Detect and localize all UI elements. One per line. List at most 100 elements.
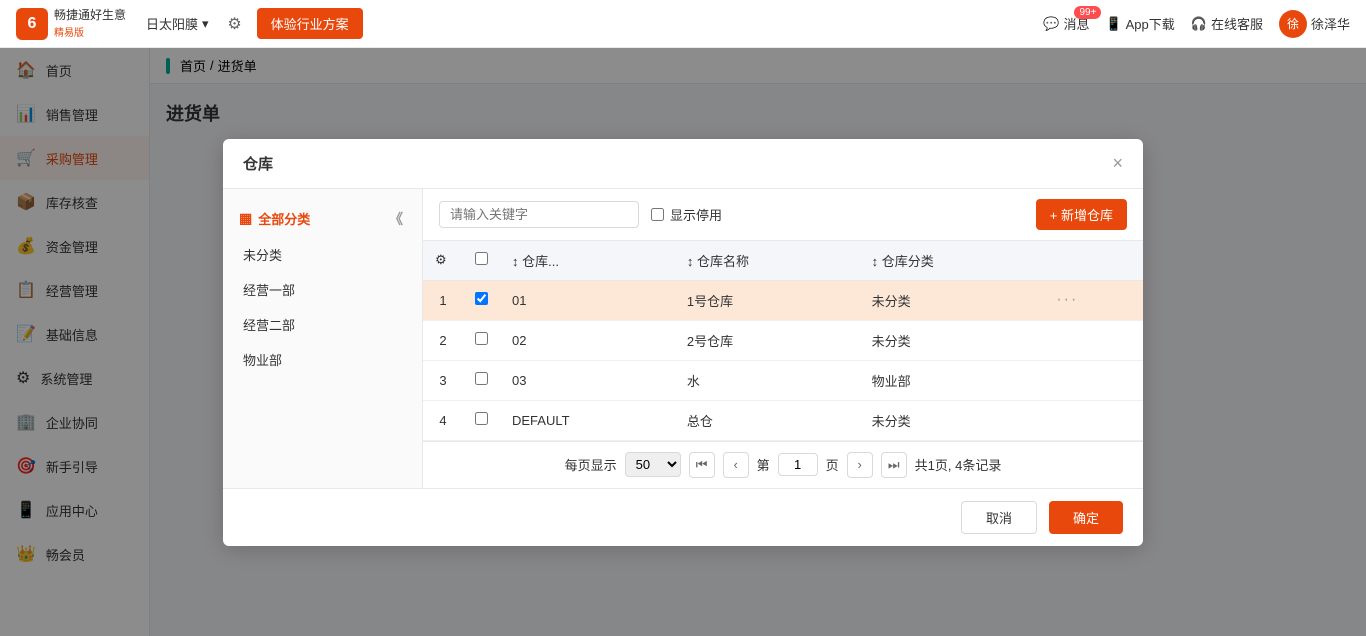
table-body: 1 01 1号仓库 未分类 ··· 2 02 2号仓库 未分类 3 03 水 物… [423, 280, 1143, 440]
modal-overlay: 仓库 × ▦ 全部分类 《 未分类 经营一部 [0, 48, 1366, 636]
row-actions [1044, 360, 1143, 400]
row-actions: ··· [1044, 280, 1143, 320]
row-num: 2 [423, 320, 463, 360]
row-checkbox[interactable] [475, 332, 488, 345]
headset-icon: 🎧 [1191, 16, 1207, 32]
category-item-operation2[interactable]: 经营二部 [223, 307, 422, 342]
page-label: 第 [757, 455, 770, 474]
trial-button[interactable]: 体验行业方案 [257, 8, 363, 39]
header-category: ↕ 仓库分类 [860, 241, 1045, 281]
prev-page-button[interactable]: ‹ [723, 452, 749, 478]
logo-name: 畅捷通好生意 [54, 8, 126, 24]
settings-icon[interactable]: ⚙ [221, 10, 249, 38]
header-name: ↕ 仓库名称 [675, 241, 860, 281]
first-page-button[interactable]: ⏮ [689, 452, 715, 478]
search-button[interactable]: 🔍 [636, 206, 639, 223]
table-row[interactable]: 2 02 2号仓库 未分类 [423, 320, 1143, 360]
row-num: 4 [423, 400, 463, 440]
close-button[interactable]: × [1112, 153, 1123, 174]
row-name: 2号仓库 [675, 320, 860, 360]
table-toolbar: 🔍 显示停用 + 新增仓库 [423, 189, 1143, 241]
collapse-button[interactable]: 《 [386, 209, 406, 229]
row-name: 水 [675, 360, 860, 400]
row-name: 1号仓库 [675, 280, 860, 320]
header-settings: ⚙ [423, 241, 463, 281]
row-checkbox-cell [463, 280, 500, 320]
row-category: 未分类 [860, 280, 1045, 320]
table-header-row: ⚙ ↕ 仓库... ↕ [423, 241, 1143, 281]
all-category-label[interactable]: 全部分类 [258, 209, 310, 228]
table-row[interactable]: 4 DEFAULT 总仓 未分类 [423, 400, 1143, 440]
row-num: 1 [423, 280, 463, 320]
mobile-icon: 📱 [1105, 16, 1121, 32]
modal-header: 仓库 × [223, 139, 1143, 189]
category-sidebar: ▦ 全部分类 《 未分类 经营一部 经营二部 物业部 [223, 189, 423, 488]
page-suffix: 页 [826, 455, 839, 474]
table-row[interactable]: 3 03 水 物业部 [423, 360, 1143, 400]
row-code: DEFAULT [500, 400, 675, 440]
new-warehouse-button[interactable]: + 新增仓库 [1036, 199, 1127, 230]
search-wrap: 🔍 [439, 201, 639, 228]
modal-title: 仓库 [243, 153, 273, 174]
row-actions [1044, 400, 1143, 440]
row-code: 03 [500, 360, 675, 400]
show-disabled-label[interactable]: 显示停用 [651, 205, 722, 224]
message-button[interactable]: 💬 消息 99+ [1043, 14, 1089, 33]
row-checkbox-cell [463, 360, 500, 400]
table-row[interactable]: 1 01 1号仓库 未分类 ··· [423, 280, 1143, 320]
page-input[interactable] [778, 453, 818, 476]
confirm-button[interactable]: 确定 [1049, 501, 1123, 534]
app-download-button[interactable]: 📱 App下载 [1105, 14, 1174, 33]
category-item-operation1[interactable]: 经营一部 [223, 272, 422, 307]
warehouse-modal: 仓库 × ▦ 全部分类 《 未分类 经营一部 [223, 139, 1143, 546]
sort-icon3: ↕ [872, 254, 882, 269]
row-code: 02 [500, 320, 675, 360]
header-code: ↕ 仓库... [500, 241, 675, 281]
sort-icon2: ↕ [687, 254, 697, 269]
chevron-down-icon: ▾ [202, 16, 209, 32]
warehouse-table: ⚙ ↕ 仓库... ↕ [423, 241, 1143, 441]
online-service-button[interactable]: 🎧 在线客服 [1191, 14, 1263, 33]
row-checkbox[interactable] [475, 412, 488, 425]
row-category: 未分类 [860, 320, 1045, 360]
per-page-label: 每页显示 [565, 455, 617, 474]
logo-sub: 精易版 [54, 24, 126, 39]
search-input[interactable] [440, 202, 636, 227]
table-area: 🔍 显示停用 + 新增仓库 ⚙ [423, 189, 1143, 488]
header-actions [1044, 241, 1143, 281]
modal-body: ▦ 全部分类 《 未分类 经营一部 经营二部 物业部 [223, 189, 1143, 488]
store-name: 日太阳膜 [146, 14, 198, 33]
header-right: 💬 消息 99+ 📱 App下载 🎧 在线客服 徐 徐泽华 [1043, 10, 1350, 38]
modal-footer: 取消 确定 [223, 488, 1143, 546]
online-service-label: 在线客服 [1211, 14, 1263, 33]
total-info: 共1页, 4条记录 [915, 455, 1002, 474]
last-page-button[interactable]: ⏭ [881, 452, 907, 478]
logo-area: 6 畅捷通好生意 精易版 [16, 8, 126, 40]
header-checkbox-cell [463, 241, 500, 281]
row-code: 01 [500, 280, 675, 320]
grid-icon: ▦ [239, 210, 252, 227]
more-icon[interactable]: ··· [1056, 291, 1078, 308]
cancel-button[interactable]: 取消 [961, 501, 1037, 534]
sort-icon: ↕ [512, 254, 522, 269]
settings-icon[interactable]: ⚙ [435, 252, 447, 267]
row-num: 3 [423, 360, 463, 400]
category-item-unclassified[interactable]: 未分类 [223, 237, 422, 272]
pagination: 每页显示 50 10 20 100 ⏮ ‹ 第 页 › ⏭ 共1页, 4条记录 [423, 441, 1143, 488]
row-checkbox[interactable] [475, 292, 488, 305]
show-disabled-checkbox[interactable] [651, 208, 664, 221]
store-selector[interactable]: 日太阳膜 ▾ [146, 14, 209, 33]
next-page-button[interactable]: › [847, 452, 873, 478]
avatar: 徐 [1279, 10, 1307, 38]
row-checkbox[interactable] [475, 372, 488, 385]
app-download-label: App下载 [1126, 14, 1175, 33]
user-profile[interactable]: 徐 徐泽华 [1279, 10, 1350, 38]
row-category: 未分类 [860, 400, 1045, 440]
category-item-property[interactable]: 物业部 [223, 342, 422, 377]
row-checkbox-cell [463, 400, 500, 440]
row-actions [1044, 320, 1143, 360]
top-header: 6 畅捷通好生意 精易版 日太阳膜 ▾ ⚙ 体验行业方案 💬 消息 99+ 📱 … [0, 0, 1366, 48]
per-page-select[interactable]: 50 10 20 100 [625, 452, 681, 477]
select-all-checkbox[interactable] [475, 252, 488, 265]
table-scroll: ⚙ ↕ 仓库... ↕ [423, 241, 1143, 441]
